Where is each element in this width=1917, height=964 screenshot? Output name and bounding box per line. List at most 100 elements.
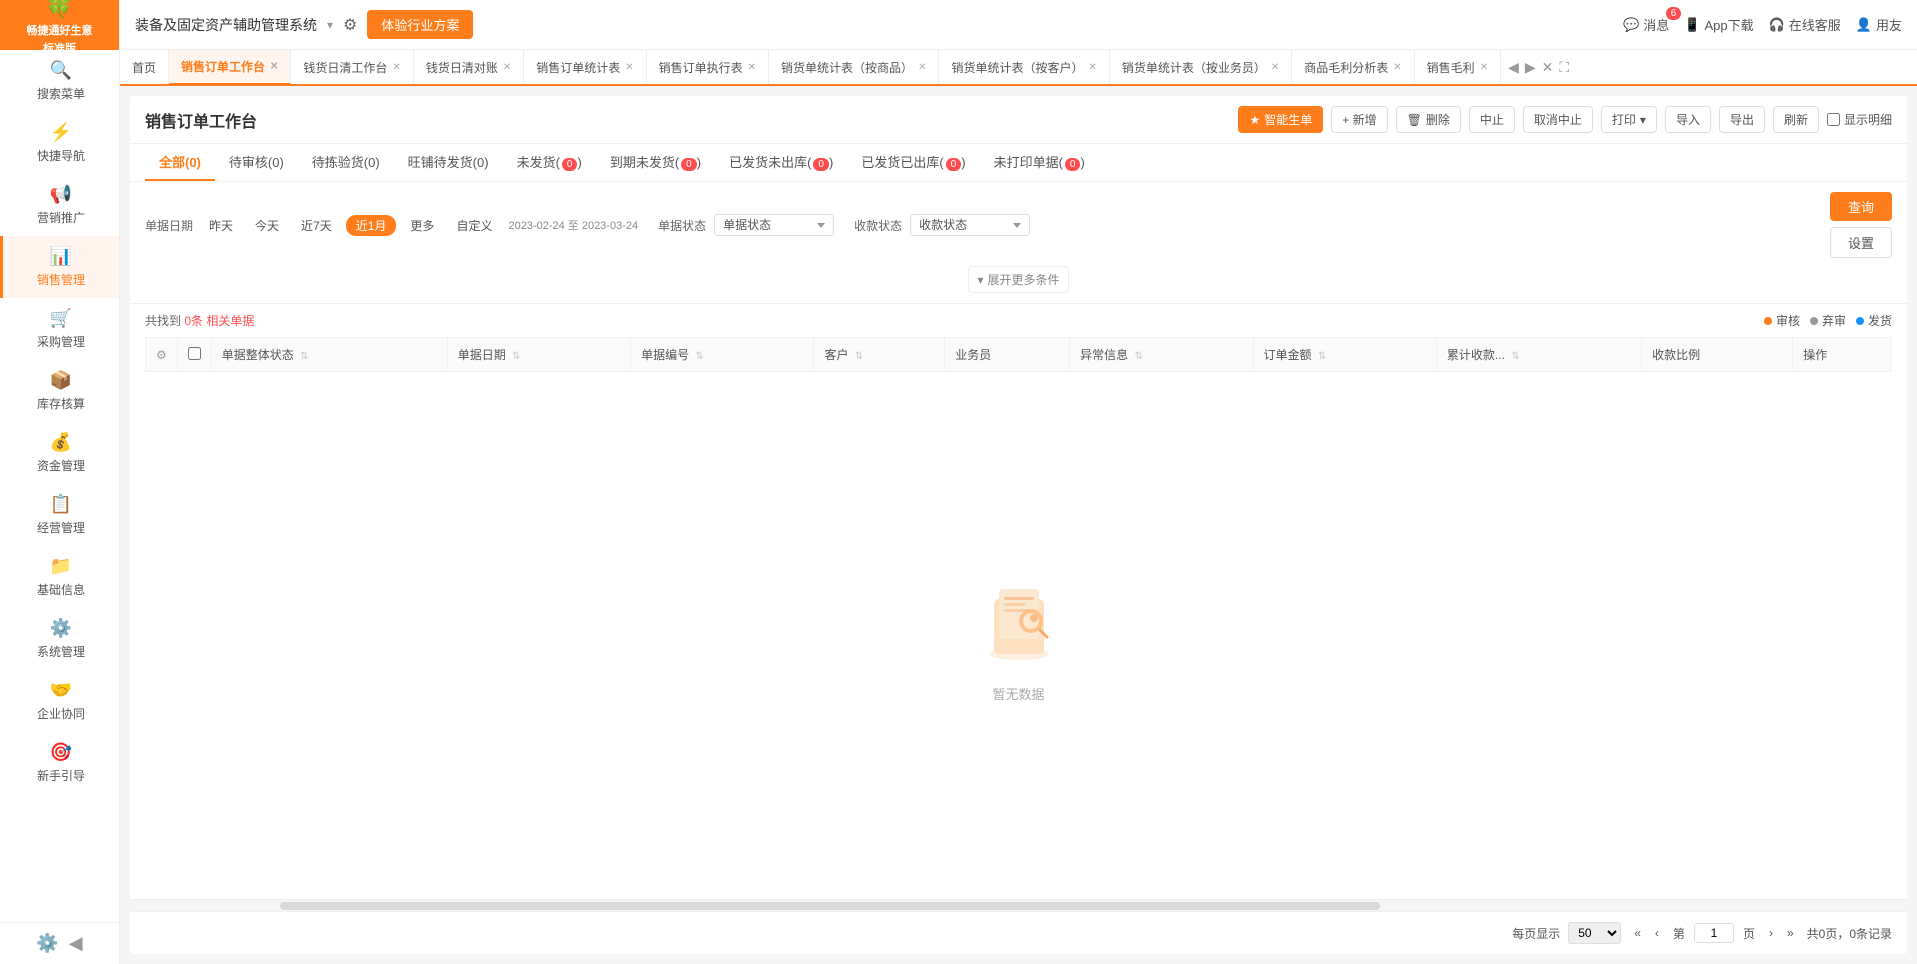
sidebar-item-资金管理[interactable]: 💰 资金管理 (0, 422, 119, 484)
system-dropdown-icon[interactable]: ▾ (327, 18, 333, 32)
tab-close-all-icon[interactable]: ✕ (1540, 59, 1556, 76)
tab-销货单统计表（按商品）[interactable]: 销货单统计表（按商品）✕ (769, 50, 939, 85)
sidebar-item-库存核算[interactable]: 📦 库存核算 (0, 360, 119, 422)
sub-tab-已发货未出库[interactable]: 已发货未出库(0) (715, 144, 847, 181)
sub-tab-已发货已出库[interactable]: 已发货已出库(0) (847, 144, 979, 181)
tab-close-btn[interactable]: ✕ (503, 62, 511, 73)
th-ratio[interactable]: 收款比例 (1642, 338, 1793, 372)
cancel-action-btn[interactable]: 弃审 (1810, 312, 1846, 329)
payment-select[interactable]: 收款状态 (910, 214, 1030, 236)
tab-close-btn[interactable]: ✕ (625, 62, 633, 73)
tab-close-btn[interactable]: ✕ (1480, 62, 1488, 73)
delete-btn[interactable]: 🗑 删除 (1396, 106, 1461, 133)
suspend-btn[interactable]: 中止 (1469, 106, 1515, 133)
export-btn[interactable]: 导出 (1719, 106, 1765, 133)
sidebar-item-新手引导[interactable]: 🎯 新手引导 (0, 732, 119, 794)
tab-close-btn[interactable]: ✕ (392, 62, 400, 73)
query-btn[interactable]: 查询 (1830, 192, 1892, 221)
th-date[interactable]: 单据日期 ⇅ (447, 338, 630, 372)
ship-action-btn[interactable]: 发货 (1856, 312, 1892, 329)
th-status[interactable]: 单据整体状态 ⇅ (211, 338, 447, 372)
tab-销售订单工作台[interactable]: 销售订单工作台✕ (169, 50, 291, 85)
app-download-btn[interactable]: 📱 App下载 (1684, 15, 1753, 34)
cancel-suspend-btn[interactable]: 取消中止 (1523, 106, 1593, 133)
tab-商品毛利分析表[interactable]: 商品毛利分析表✕ (1292, 50, 1414, 85)
sidebar-item-快捷导航[interactable]: ⚡ 快捷导航 (0, 112, 119, 174)
audit-action-btn[interactable]: 审核 (1764, 312, 1800, 329)
header-settings-icon[interactable]: ⚙ (343, 15, 357, 35)
sub-tab-全部[interactable]: 全部(0) (145, 144, 215, 181)
tab-close-btn[interactable]: ✕ (270, 61, 278, 72)
page-first-btn[interactable]: « (1629, 924, 1646, 942)
date-btn-1month[interactable]: 近1月 (346, 215, 397, 236)
th-salesperson[interactable]: 业务员 (945, 338, 1070, 372)
per-page-select[interactable]: 10 20 50 100 (1568, 922, 1621, 944)
sidebar-item-销售管理[interactable]: 📊 销售管理 (0, 236, 119, 298)
set-btn[interactable]: 设置 (1830, 227, 1892, 258)
th-customer[interactable]: 客户 ⇅ (814, 338, 945, 372)
tab-close-btn[interactable]: ✕ (918, 62, 926, 73)
sidebar-item-label: 系统管理 (37, 643, 85, 660)
sidebar-item-营销推广[interactable]: 📢 营销推广 (0, 174, 119, 236)
industry-btn[interactable]: 体验行业方案 (367, 10, 473, 39)
date-btn-more[interactable]: 更多 (402, 215, 442, 236)
sub-tab-待审核[interactable]: 待审核(0) (215, 144, 298, 181)
sub-tab-待拣验货[interactable]: 待拣验货(0) (298, 144, 394, 181)
tab-钱货日清对账[interactable]: 钱货日清对账✕ (414, 50, 524, 85)
message-btn[interactable]: 💬 6 消息 (1623, 15, 1669, 34)
show-detail-toggle[interactable]: 显示明细 (1827, 111, 1892, 128)
tab-钱货日清工作台[interactable]: 钱货日清工作台✕ (291, 50, 413, 85)
tab-close-btn[interactable]: ✕ (1271, 62, 1279, 73)
online-service-btn[interactable]: 🎧 在线客服 (1769, 15, 1841, 34)
sidebar-item-基础信息[interactable]: 📁 基础信息 (0, 546, 119, 608)
tab-销售毛利[interactable]: 销售毛利✕ (1415, 50, 1501, 85)
collapse-icon[interactable]: ◀ (69, 933, 83, 954)
add-btn[interactable]: + 新增 (1331, 106, 1387, 133)
page-prev-btn[interactable]: ‹ (1650, 924, 1664, 942)
page-last-btn[interactable]: » (1782, 924, 1799, 942)
tab-close-btn[interactable]: ✕ (1393, 62, 1401, 73)
refresh-btn[interactable]: 刷新 (1773, 106, 1819, 133)
page-input[interactable] (1694, 923, 1734, 943)
user-btn[interactable]: 👤 用友 (1856, 15, 1902, 34)
tab-close-btn[interactable]: ✕ (748, 62, 756, 73)
sidebar-item-企业协同[interactable]: 🤝 企业协同 (0, 670, 119, 732)
date-btn-yesterday[interactable]: 昨天 (201, 215, 241, 236)
tab-fullscreen-icon[interactable]: ⛶ (1557, 59, 1571, 76)
th-abnormal[interactable]: 异常信息 ⇅ (1070, 338, 1253, 372)
tab-销售订单统计表[interactable]: 销售订单统计表✕ (524, 50, 646, 85)
status-select[interactable]: 单据状态 (714, 214, 834, 236)
sub-tab-旺铺待发货[interactable]: 旺铺待发货(0) (394, 144, 503, 181)
tab-销货单统计表（按客户）[interactable]: 销货单统计表（按客户）✕ (939, 50, 1109, 85)
tab-close-btn[interactable]: ✕ (1088, 62, 1096, 73)
sub-tab-未打印单据[interactable]: 未打印单据(0) (980, 144, 1099, 181)
expand-btn[interactable]: ▾ 展开更多条件 (968, 266, 1068, 293)
tab-next-icon[interactable]: ▶ (1523, 59, 1538, 76)
date-btn-today[interactable]: 今天 (247, 215, 287, 236)
sub-tab-到期未发货[interactable]: 到期未发货(0) (596, 144, 715, 181)
th-amount[interactable]: 订单金额 ⇅ (1253, 338, 1436, 372)
sidebar-item-经营管理[interactable]: 📋 经营管理 (0, 484, 119, 546)
date-btn-custom[interactable]: 自定义 (448, 215, 500, 236)
tab-首页[interactable]: 首页 (120, 50, 169, 85)
tab-销货单统计表（按业务员）[interactable]: 销货单统计表（按业务员）✕ (1110, 50, 1292, 85)
sidebar-item-系统管理[interactable]: ⚙️ 系统管理 (0, 608, 119, 670)
th-number[interactable]: 单据编号 ⇅ (631, 338, 814, 372)
date-btn-7days[interactable]: 近7天 (293, 215, 340, 236)
sidebar-item-搜索菜单[interactable]: 🔍 搜索菜单 (0, 50, 119, 112)
th-settings[interactable]: ⚙ (146, 338, 178, 372)
page-next-btn[interactable]: › (1764, 924, 1778, 942)
sub-tab-未发货[interactable]: 未发货(0) (503, 144, 596, 181)
scrollbar-area[interactable] (130, 899, 1907, 911)
th-collected[interactable]: 累计收款... ⇅ (1436, 338, 1641, 372)
smart-create-btn[interactable]: ★ 智能生单 (1238, 106, 1323, 133)
tab-prev-icon[interactable]: ◀ (1506, 59, 1521, 76)
settings-icon[interactable]: ⚙️ (36, 933, 58, 954)
tab-销售订单执行表[interactable]: 销售订单执行表✕ (647, 50, 769, 85)
sidebar-item-采购管理[interactable]: 🛒 采购管理 (0, 298, 119, 360)
import-btn[interactable]: 导入 (1665, 106, 1711, 133)
select-all-checkbox[interactable] (188, 347, 201, 360)
show-detail-checkbox[interactable] (1827, 113, 1840, 126)
th-checkbox[interactable] (177, 338, 211, 372)
print-btn[interactable]: 打印 ▾ (1601, 106, 1657, 133)
